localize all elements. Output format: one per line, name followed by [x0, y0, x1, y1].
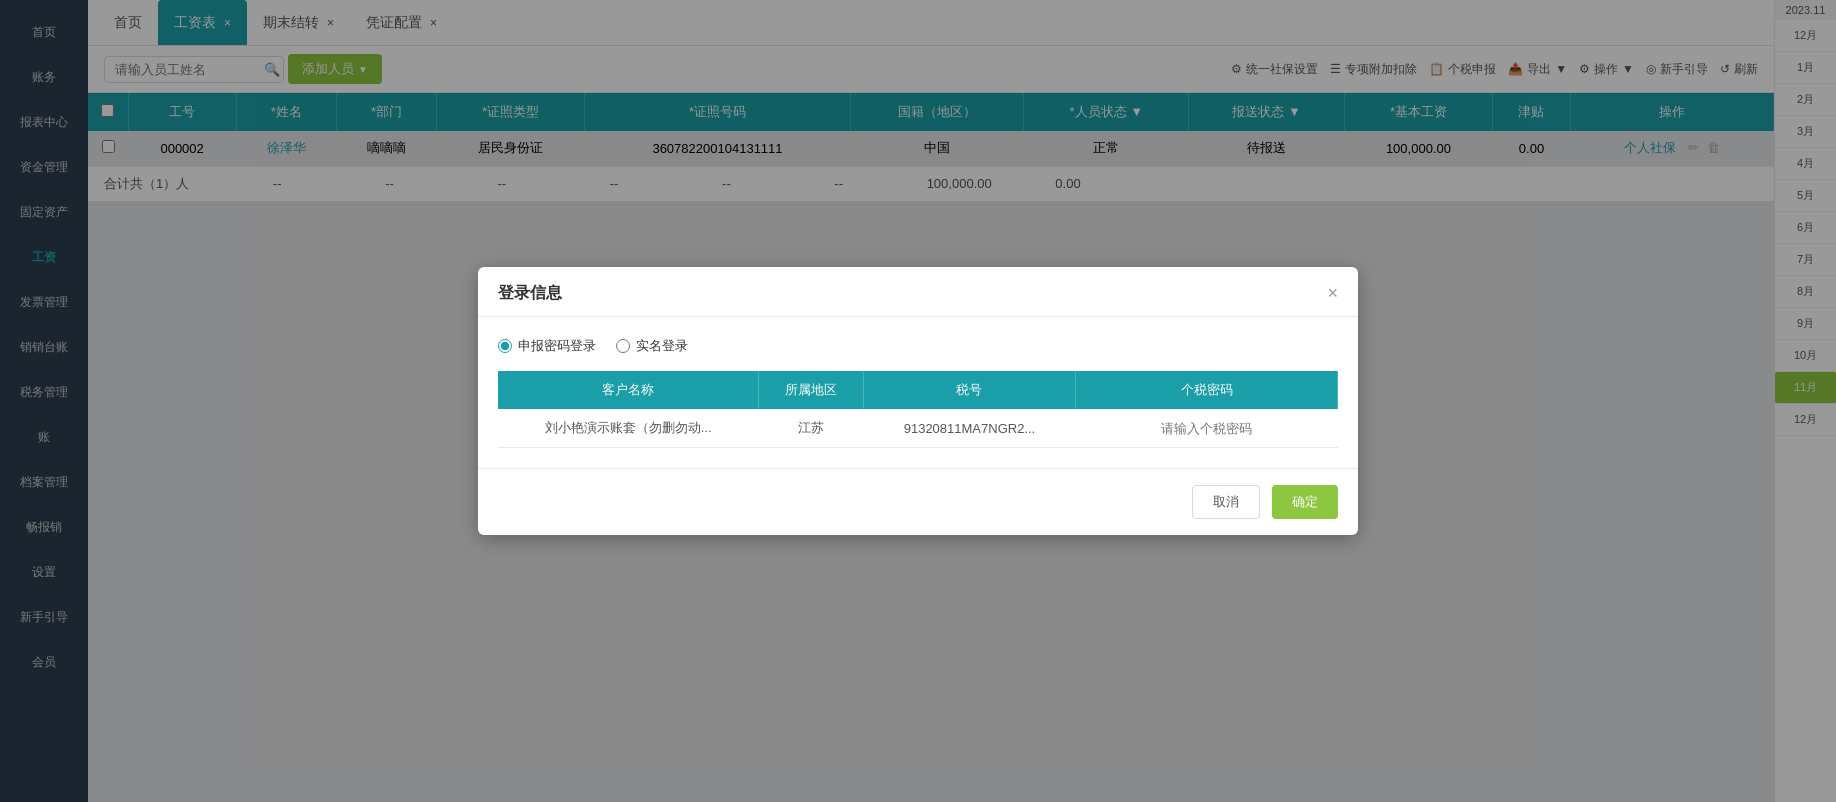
dialog-title: 登录信息	[498, 283, 562, 304]
col-tax-password: 个税密码	[1076, 371, 1338, 409]
login-dialog: 登录信息 × 申报密码登录 实名登录 客户名称 所属地区	[478, 267, 1358, 535]
login-table-row: 刘小艳演示账套（勿删勿动... 江苏 91320811MA7NGR2...	[498, 409, 1338, 448]
radio-password-login[interactable]: 申报密码登录	[498, 337, 596, 355]
client-name-cell: 刘小艳演示账套（勿删勿动...	[498, 409, 758, 448]
region-cell: 江苏	[758, 409, 863, 448]
confirm-button[interactable]: 确定	[1272, 485, 1338, 519]
dialog-body: 申报密码登录 实名登录 客户名称 所属地区 税号 个税密码	[478, 317, 1358, 468]
radio-password-input[interactable]	[498, 339, 512, 353]
dialog-footer: 取消 确定	[478, 468, 1358, 535]
password-cell[interactable]	[1076, 409, 1338, 448]
col-tax-number: 税号	[863, 371, 1075, 409]
dialog-header: 登录信息 ×	[478, 267, 1358, 317]
radio-group: 申报密码登录 实名登录	[498, 337, 1338, 355]
col-client-name: 客户名称	[498, 371, 758, 409]
dialog-overlay: 登录信息 × 申报密码登录 实名登录 客户名称 所属地区	[0, 0, 1836, 802]
tax-password-input[interactable]	[1088, 421, 1326, 436]
col-region: 所属地区	[758, 371, 863, 409]
login-info-table: 客户名称 所属地区 税号 个税密码 刘小艳演示账套（勿删勿动... 江苏 913…	[498, 371, 1338, 448]
radio-realname-login[interactable]: 实名登录	[616, 337, 688, 355]
cancel-button[interactable]: 取消	[1192, 485, 1260, 519]
tax-number-cell: 91320811MA7NGR2...	[863, 409, 1075, 448]
dialog-close-button[interactable]: ×	[1327, 283, 1338, 304]
radio-realname-input[interactable]	[616, 339, 630, 353]
